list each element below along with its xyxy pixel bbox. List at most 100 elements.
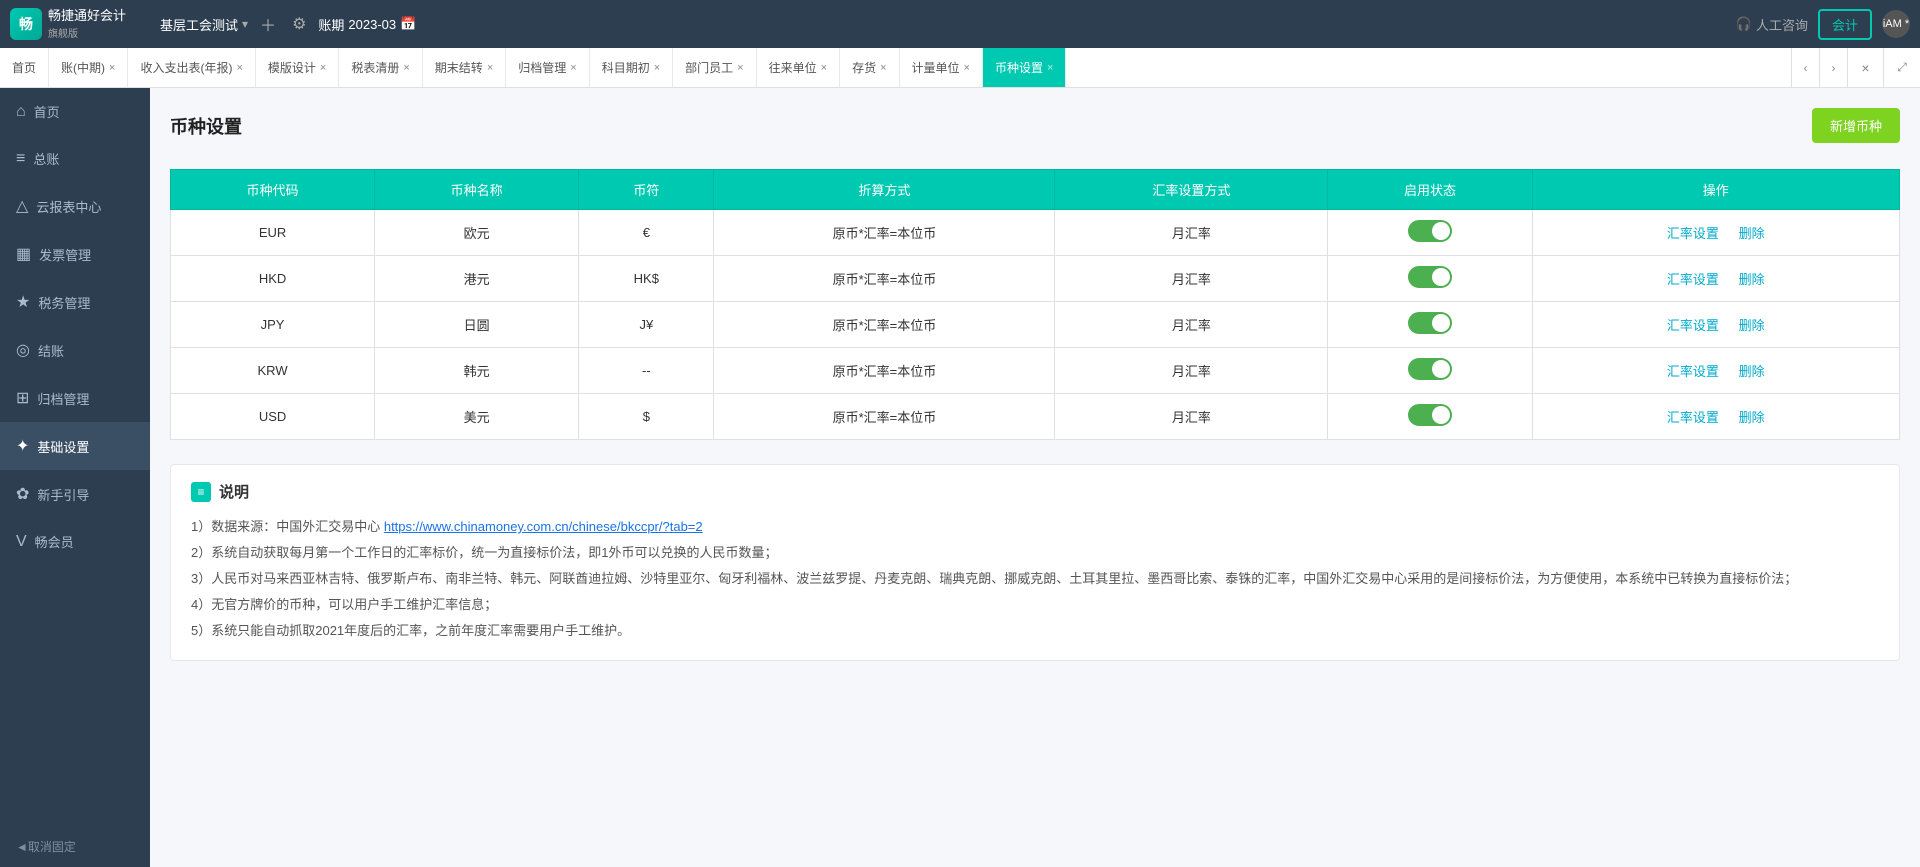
close-icon[interactable]: × <box>403 62 409 74</box>
col-header-code: 币种代码 <box>171 170 375 210</box>
rate-setting-link[interactable]: 汇率设置 <box>1667 410 1719 425</box>
logo: 畅 畅捷通好会计 旗舰版 <box>10 8 160 40</box>
rate-setting-link[interactable]: 汇率设置 <box>1667 226 1719 241</box>
tab-partner[interactable]: 往来单位 × <box>757 48 840 87</box>
sidebar-item-reports[interactable]: △ 云报表中心 <box>0 182 150 230</box>
tab-close-button[interactable]: × <box>1848 48 1884 88</box>
logo-icon: 畅 <box>10 8 42 40</box>
rate-setting-link[interactable]: 汇率设置 <box>1667 364 1719 379</box>
archive-icon: ⊞ <box>16 388 29 408</box>
pin-toggle[interactable]: ◄取消固定 <box>0 826 150 867</box>
delete-link[interactable]: 删除 <box>1739 364 1765 379</box>
notes-item: 3）人民币对马来西亚林吉特、俄罗斯卢布、南非兰特、韩元、阿联酋迪拉姆、沙特里亚尔… <box>191 566 1879 592</box>
cell-name: 港元 <box>375 256 579 302</box>
cell-calc: 原币*汇率=本位币 <box>714 394 1055 440</box>
close-icon[interactable]: × <box>109 62 115 74</box>
delete-link[interactable]: 删除 <box>1739 226 1765 241</box>
sidebar-item-ledger[interactable]: ≡ 总账 <box>0 135 150 182</box>
tab-archive[interactable]: 归档管理 × <box>506 48 589 87</box>
cell-symbol: J¥ <box>579 302 714 348</box>
delete-link[interactable]: 删除 <box>1739 318 1765 333</box>
sidebar-item-tax[interactable]: ★ 税务管理 <box>0 278 150 326</box>
cell-rate-type: 月汇率 <box>1055 394 1328 440</box>
notes-link[interactable]: https://www.chinamoney.com.cn/chinese/bk… <box>384 519 703 534</box>
delete-link[interactable]: 删除 <box>1739 272 1765 287</box>
cell-actions: 汇率设置 删除 <box>1532 302 1899 348</box>
tab-expand-button[interactable]: ⤢ <box>1884 48 1920 88</box>
status-toggle[interactable] <box>1408 266 1452 288</box>
status-toggle[interactable] <box>1408 358 1452 380</box>
cell-rate-type: 月汇率 <box>1055 210 1328 256</box>
close-icon[interactable]: × <box>487 62 493 74</box>
add-company-button[interactable]: ＋ <box>256 8 280 40</box>
tab-template[interactable]: 模版设计 × <box>256 48 339 87</box>
basic-icon: ✦ <box>16 436 29 456</box>
sidebar-item-guide[interactable]: ✿ 新手引导 <box>0 470 150 518</box>
tab-period[interactable]: 账(中期) × <box>49 48 128 87</box>
close-icon[interactable]: × <box>570 62 576 74</box>
sidebar-item-member[interactable]: V 畅会员 <box>0 518 150 565</box>
sidebar-item-archive[interactable]: ⊞ 归档管理 <box>0 374 150 422</box>
status-toggle[interactable] <box>1408 404 1452 426</box>
tab-home[interactable]: 首页 <box>0 48 49 87</box>
cell-code: JPY <box>171 302 375 348</box>
close-icon[interactable]: × <box>654 62 660 74</box>
notes-item: 2）系统自动获取每月第一个工作日的汇率标价，统一为直接标价法，即1外币可以兑换的… <box>191 540 1879 566</box>
close-icon[interactable]: × <box>737 62 743 74</box>
cell-rate-type: 月汇率 <box>1055 348 1328 394</box>
close-icon[interactable]: × <box>821 62 827 74</box>
topbar-right: 🎧 人工咨询 会计 iAM * <box>1736 9 1910 40</box>
calendar-icon[interactable]: 📅 <box>400 16 416 32</box>
tab-department[interactable]: 部门员工 × <box>673 48 756 87</box>
rate-setting-link[interactable]: 汇率设置 <box>1667 318 1719 333</box>
cell-symbol: $ <box>579 394 714 440</box>
col-header-rate-type: 汇率设置方式 <box>1055 170 1328 210</box>
status-toggle[interactable] <box>1408 312 1452 334</box>
settings-icon[interactable]: ⚙ <box>288 10 310 38</box>
tab-income[interactable]: 收入支出表(年报) × <box>128 48 255 87</box>
tab-next-button[interactable]: › <box>1820 48 1848 88</box>
rate-setting-link[interactable]: 汇率设置 <box>1667 272 1719 287</box>
sidebar-item-checkout[interactable]: ◎ 结账 <box>0 326 150 374</box>
cell-calc: 原币*汇率=本位币 <box>714 256 1055 302</box>
new-currency-button[interactable]: 新增币种 <box>1812 108 1900 143</box>
company-selector[interactable]: 基层工会测试 ▾ <box>160 15 248 34</box>
close-icon[interactable]: × <box>964 62 970 74</box>
cell-code: KRW <box>171 348 375 394</box>
tab-period-end[interactable]: 期末结转 × <box>423 48 506 87</box>
tab-unit[interactable]: 计量单位 × <box>900 48 983 87</box>
sidebar-item-basic[interactable]: ✦ 基础设置 <box>0 422 150 470</box>
cell-code: USD <box>171 394 375 440</box>
cell-actions: 汇率设置 删除 <box>1532 210 1899 256</box>
period-display: 账期 2023-03 📅 <box>318 15 416 34</box>
topbar-mid: 基层工会测试 ▾ ＋ ⚙ 账期 2023-03 📅 <box>160 8 1736 40</box>
sidebar-item-invoice[interactable]: ▦ 发票管理 <box>0 230 150 278</box>
sidebar: ⌂ 首页 ≡ 总账 △ 云报表中心 ▦ 发票管理 ★ 税务管理 ◎ 结账 ⊞ 归… <box>0 88 150 867</box>
close-icon[interactable]: × <box>320 62 326 74</box>
tax-icon: ★ <box>16 292 30 312</box>
avatar[interactable]: iAM * <box>1882 10 1910 38</box>
cell-rate-type: 月汇率 <box>1055 256 1328 302</box>
currency-table: 币种代码 币种名称 币符 折算方式 汇率设置方式 启用状态 操作 EUR 欧元 … <box>170 169 1900 440</box>
tab-currency[interactable]: 币种设置 × <box>983 48 1066 87</box>
tab-subject[interactable]: 科目期初 × <box>590 48 673 87</box>
close-icon[interactable]: × <box>1047 62 1053 74</box>
cell-status <box>1328 394 1532 440</box>
cell-code: EUR <box>171 210 375 256</box>
close-icon[interactable]: × <box>880 62 886 74</box>
tab-inventory[interactable]: 存货 × <box>840 48 899 87</box>
close-icon[interactable]: × <box>236 62 242 74</box>
checkout-icon: ◎ <box>16 340 30 360</box>
kuaiji-button[interactable]: 会计 <box>1818 9 1872 40</box>
cell-status <box>1328 256 1532 302</box>
cell-status <box>1328 348 1532 394</box>
cell-actions: 汇率设置 删除 <box>1532 256 1899 302</box>
support-button[interactable]: 🎧 人工咨询 <box>1736 15 1808 34</box>
status-toggle[interactable] <box>1408 220 1452 242</box>
tab-prev-button[interactable]: ‹ <box>1792 48 1820 88</box>
cell-symbol: HK$ <box>579 256 714 302</box>
delete-link[interactable]: 删除 <box>1739 410 1765 425</box>
sidebar-item-home[interactable]: ⌂ 首页 <box>0 88 150 135</box>
tab-tax-form[interactable]: 税表清册 × <box>339 48 422 87</box>
notes-item: 5）系统只能自动抓取2021年度后的汇率，之前年度汇率需要用户手工维护。 <box>191 618 1879 644</box>
